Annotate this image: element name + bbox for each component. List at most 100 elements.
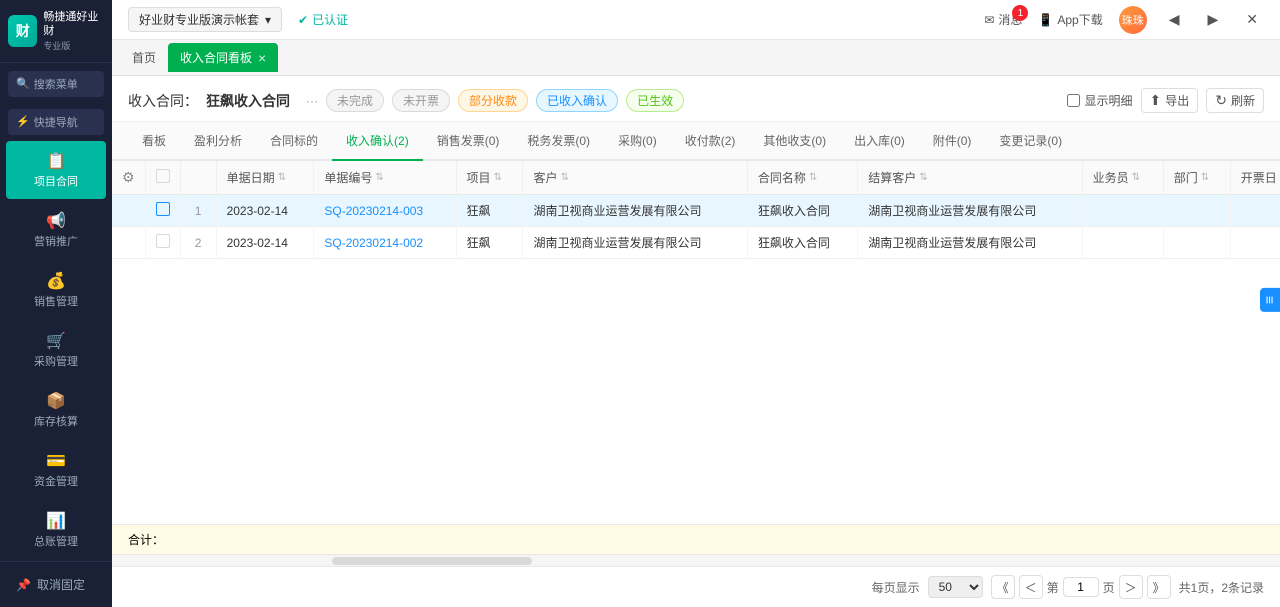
right-panel-button[interactable]: ≡ xyxy=(1260,288,1280,312)
next-page-button[interactable]: ＞ xyxy=(1119,575,1143,599)
row1-no: SQ-20230214-003 xyxy=(314,195,456,227)
subtabs: 看板 盈利分析 合同标的 收入确认(2) 销售发票(0) 税务发票(0) 采购(… xyxy=(112,122,1280,161)
prev-page-button[interactable]: ＜ xyxy=(1019,575,1043,599)
row2-department xyxy=(1163,227,1230,259)
status-active-badge[interactable]: 已生效 xyxy=(626,89,684,112)
app-download-button[interactable]: 📱 App下载 xyxy=(1038,11,1102,28)
total-info: 共1页，2条记录 xyxy=(1179,579,1264,596)
search-menu-button[interactable]: 🔍 搜索菜单 xyxy=(8,71,104,97)
status-no-invoice-badge[interactable]: 未开票 xyxy=(392,89,450,112)
status-confirmed-badge[interactable]: 已收入确认 xyxy=(536,89,618,112)
scrollbar-thumb[interactable] xyxy=(332,557,532,565)
tab-profit[interactable]: 盈利分析 xyxy=(180,122,256,161)
user-avatar[interactable]: 珠珠 xyxy=(1119,6,1147,34)
first-page-button[interactable]: 《 xyxy=(991,575,1015,599)
certified-check-icon: ✔ xyxy=(298,13,308,27)
horizontal-scrollbar[interactable] xyxy=(112,554,1280,566)
per-page-select[interactable]: 50 20 100 xyxy=(928,576,983,598)
purchase-icon: 🛒 xyxy=(46,331,66,351)
row1-open-date xyxy=(1230,195,1280,227)
sidebar-item-sales[interactable]: 💰 销售管理 xyxy=(6,261,106,319)
cancel-pin-button[interactable]: 📌 取消固定 xyxy=(8,570,104,599)
logo-subtitle: 专业版 xyxy=(43,39,104,52)
quick-nav-btn[interactable]: ⚡ 快捷导航 xyxy=(0,105,112,139)
select-all-checkbox[interactable] xyxy=(156,169,170,183)
date-sort-icon[interactable]: ⇅ xyxy=(278,172,286,183)
export-icon: ⬆ xyxy=(1150,92,1162,109)
sidebar-item-purchase[interactable]: 🛒 采购管理 xyxy=(6,321,106,379)
inventory-icon: 📦 xyxy=(46,391,66,411)
tab-outbound[interactable]: 出入库(0) xyxy=(840,122,919,161)
row2-settings xyxy=(112,227,145,259)
customer-sort-icon[interactable]: ⇅ xyxy=(560,172,568,183)
nav-icon: ⚡ xyxy=(16,115,30,128)
message-button[interactable]: ✉ 消息 1 xyxy=(984,11,1022,28)
nav-back-button[interactable]: ◀ xyxy=(1163,7,1186,32)
refresh-button[interactable]: ↻ 刷新 xyxy=(1206,88,1264,113)
sidebar-bottom: 📌 取消固定 xyxy=(0,561,112,607)
company-dropdown-icon: ▾ xyxy=(265,13,271,27)
salesperson-sort-icon[interactable]: ⇅ xyxy=(1132,172,1140,183)
table-footer: 合计： xyxy=(112,524,1280,554)
col-salesperson-header: 业务员 ⇅ xyxy=(1082,161,1163,195)
sidebar-item-label: 营销推广 xyxy=(34,233,78,249)
tab-sales-invoice[interactable]: 销售发票(0) xyxy=(423,122,514,161)
total-label: 合计： xyxy=(128,531,164,548)
data-table: ⚙ 单据日期 ⇅ xyxy=(112,161,1280,259)
last-page-button[interactable]: 》 xyxy=(1147,575,1171,599)
tab-payment[interactable]: 收付款(2) xyxy=(671,122,750,161)
tab-attachments[interactable]: 附件(0) xyxy=(919,122,986,161)
avatar-label: 珠珠 xyxy=(1122,12,1144,28)
row2-open-date xyxy=(1230,227,1280,259)
sidebar-item-general-ledger[interactable]: 📊 总账管理 xyxy=(6,501,106,559)
column-settings-icon[interactable]: ⚙ xyxy=(122,169,135,185)
row2-num: 2 xyxy=(180,227,216,259)
row2-checkbox[interactable] xyxy=(156,234,170,248)
sidebar-item-marketing[interactable]: 📢 营销推广 xyxy=(6,201,106,259)
row1-checkbox[interactable] xyxy=(156,202,170,216)
contract-name-sort-icon[interactable]: ⇅ xyxy=(809,172,817,183)
sidebar-search[interactable]: 🔍 搜索菜单 xyxy=(0,63,112,105)
project-sort-icon[interactable]: ⇅ xyxy=(494,172,502,183)
tab-close-button[interactable]: × xyxy=(258,50,266,66)
tab-other-income[interactable]: 其他收支(0) xyxy=(749,122,840,161)
home-tab[interactable]: 首页 xyxy=(124,45,164,70)
status-partial-badge[interactable]: 部分收款 xyxy=(458,89,528,112)
billing-sort-icon[interactable]: ⇅ xyxy=(919,172,927,183)
table-row[interactable]: 1 2023-02-14 SQ-20230214-003 狂飙 湖南卫视商业运营… xyxy=(112,195,1280,227)
tab-kanban[interactable]: 看板 xyxy=(128,122,180,161)
contract-name: 狂飙收入合同 xyxy=(206,91,290,111)
no-sort-icon[interactable]: ⇅ xyxy=(375,172,383,183)
tab-tax-invoice[interactable]: 税务发票(0) xyxy=(513,122,604,161)
pin-icon: 📌 xyxy=(16,578,31,592)
nav-forward-button[interactable]: ▶ xyxy=(1201,7,1224,32)
more-options-button[interactable]: ··· xyxy=(306,94,318,108)
page-input[interactable] xyxy=(1063,577,1099,597)
row1-checkbox-cell xyxy=(145,195,180,227)
row1-no-link[interactable]: SQ-20230214-003 xyxy=(324,204,423,218)
export-button[interactable]: ⬆ 导出 xyxy=(1141,88,1199,113)
show-detail-checkbox-label[interactable]: 显示明细 xyxy=(1067,92,1132,109)
col-settings: ⚙ xyxy=(112,161,145,195)
row2-no-link[interactable]: SQ-20230214-002 xyxy=(324,236,423,250)
tab-contract-standard[interactable]: 合同标的 xyxy=(256,122,332,161)
row2-project: 狂飙 xyxy=(456,227,523,259)
sidebar-item-funds[interactable]: 💳 资金管理 xyxy=(6,441,106,499)
row1-billing: 湖南卫视商业运营发展有限公司 xyxy=(858,195,1082,227)
show-detail-checkbox[interactable] xyxy=(1067,94,1080,107)
table-row[interactable]: 2 2023-02-14 SQ-20230214-002 狂飙 湖南卫视商业运营… xyxy=(112,227,1280,259)
tab-income-confirm[interactable]: 收入确认(2) xyxy=(332,122,423,161)
tab-change-log[interactable]: 变更记录(0) xyxy=(985,122,1076,161)
status-incomplete-badge[interactable]: 未完成 xyxy=(326,89,384,112)
sidebar: 财 畅捷通好业财 专业版 🔍 搜索菜单 ⚡ 快捷导航 📋 项目合同 📢 营销推广… xyxy=(0,0,112,607)
department-sort-icon[interactable]: ⇅ xyxy=(1201,172,1209,183)
tab-purchase[interactable]: 采购(0) xyxy=(604,122,671,161)
logo-icon: 财 xyxy=(8,15,37,47)
company-selector[interactable]: 好业财专业版演示帐套 ▾ xyxy=(128,7,282,32)
quick-nav-button[interactable]: ⚡ 快捷导航 xyxy=(8,109,104,135)
topbar-close-button[interactable]: ✕ xyxy=(1240,7,1264,32)
sidebar-item-inventory[interactable]: 📦 库存核算 xyxy=(6,381,106,439)
sidebar-item-project-contract[interactable]: 📋 项目合同 xyxy=(6,141,106,199)
active-tab[interactable]: 收入合同看板 × xyxy=(168,43,278,72)
cancel-pin-label: 取消固定 xyxy=(37,576,85,593)
